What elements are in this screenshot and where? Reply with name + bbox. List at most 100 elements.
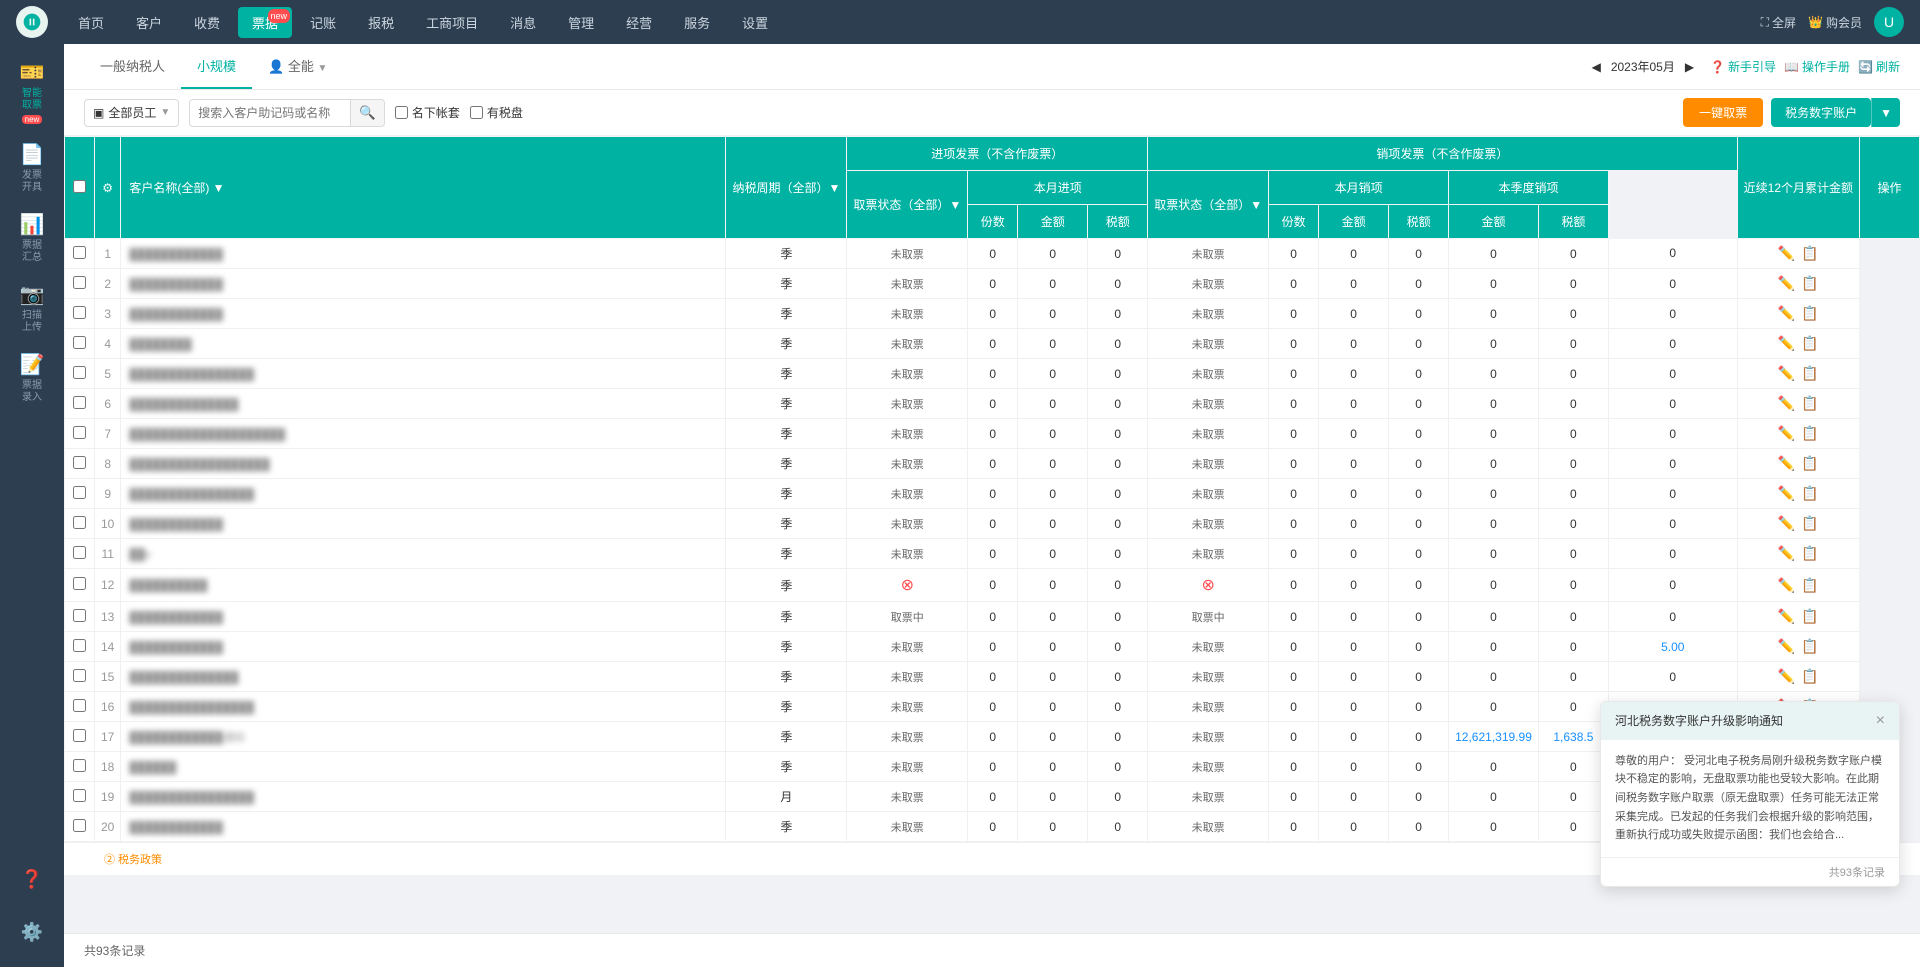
tab-general-taxpayer[interactable]: 一般纳税人 — [84, 44, 181, 89]
row-checkbox-cell[interactable] — [65, 419, 95, 449]
tax-disk-filter[interactable]: 有税盘 — [470, 104, 523, 121]
date-next-btn[interactable]: ▶ — [1685, 60, 1694, 74]
edit-icon[interactable]: ✏️ — [1778, 305, 1795, 322]
edit-icon[interactable]: ✏️ — [1778, 275, 1795, 292]
row-checkbox-cell[interactable] — [65, 569, 95, 602]
manual-link[interactable]: 📖 操作手册 — [1784, 58, 1850, 75]
row-checkbox-cell[interactable] — [65, 509, 95, 539]
row-checkbox-cell[interactable] — [65, 632, 95, 662]
nav-bookkeeping[interactable]: 记账 — [296, 7, 350, 38]
copy-icon[interactable]: 📋 — [1801, 668, 1818, 685]
in-ticket-status-header[interactable]: 取票状态（全部）▼ — [847, 171, 968, 239]
row-checkbox-cell[interactable] — [65, 812, 95, 842]
row-checkbox[interactable] — [73, 336, 86, 349]
row-checkbox[interactable] — [73, 246, 86, 259]
edit-icon[interactable]: ✏️ — [1778, 668, 1795, 685]
copy-icon[interactable]: 📋 — [1801, 425, 1818, 442]
row-checkbox-cell[interactable] — [65, 782, 95, 812]
row-checkbox[interactable] — [73, 366, 86, 379]
employee-select-wrapper[interactable]: ▣ 全部员工 ▼ — [84, 99, 179, 127]
fullscreen-btn[interactable]: ⛶ 全屏 — [1761, 14, 1796, 31]
copy-icon[interactable]: 📋 — [1801, 395, 1818, 412]
search-box[interactable]: 🔍 — [189, 99, 385, 127]
row-checkbox[interactable] — [73, 789, 86, 802]
copy-icon[interactable]: 📋 — [1801, 638, 1818, 655]
row-checkbox[interactable] — [73, 577, 86, 590]
sidebar-item-invoice-open[interactable]: 📄 发票开具 — [0, 134, 64, 202]
member-btn[interactable]: 👑 购会员 — [1808, 14, 1862, 31]
row-checkbox[interactable] — [73, 699, 86, 712]
nav-service[interactable]: 服务 — [670, 7, 724, 38]
ledger-filter[interactable]: 名下帐套 — [395, 104, 460, 121]
settings-column-header[interactable]: ⚙ — [95, 137, 121, 239]
select-all-checkbox[interactable] — [73, 180, 86, 193]
nav-business[interactable]: 工商项目 — [412, 7, 492, 38]
copy-icon[interactable]: 📋 — [1801, 577, 1818, 594]
row-checkbox-cell[interactable] — [65, 389, 95, 419]
edit-icon[interactable]: ✏️ — [1778, 485, 1795, 502]
quarterly-tax[interactable]: 1,638.5 — [1553, 730, 1593, 744]
row-checkbox[interactable] — [73, 516, 86, 529]
row-checkbox[interactable] — [73, 396, 86, 409]
nav-operation[interactable]: 经营 — [612, 7, 666, 38]
employee-select[interactable]: ▣ 全部员工 ▼ — [85, 104, 178, 121]
nav-invoice[interactable]: 票据 new — [238, 7, 292, 38]
nav-tax[interactable]: 报税 — [354, 7, 408, 38]
edit-icon[interactable]: ✏️ — [1778, 577, 1795, 594]
row-checkbox-cell[interactable] — [65, 329, 95, 359]
copy-icon[interactable]: 📋 — [1801, 275, 1818, 292]
search-button[interactable]: 🔍 — [350, 100, 384, 126]
edit-icon[interactable]: ✏️ — [1778, 335, 1795, 352]
edit-icon[interactable]: ✏️ — [1778, 425, 1795, 442]
edit-icon[interactable]: ✏️ — [1778, 638, 1795, 655]
edit-icon[interactable]: ✏️ — [1778, 365, 1795, 382]
row-checkbox-cell[interactable] — [65, 299, 95, 329]
edit-icon[interactable]: ✏️ — [1778, 608, 1795, 625]
row-checkbox[interactable] — [73, 426, 86, 439]
edit-icon[interactable]: ✏️ — [1778, 515, 1795, 532]
tax-digital-button[interactable]: 税务数字账户 — [1771, 98, 1871, 127]
date-prev-btn[interactable]: ◀ — [1592, 60, 1601, 74]
tax-disk-checkbox[interactable] — [470, 106, 483, 119]
search-input[interactable] — [190, 106, 350, 120]
tax-cycle-header[interactable]: 纳税周期（全部）▼ — [726, 137, 847, 239]
row-checkbox-cell[interactable] — [65, 359, 95, 389]
acc-amount[interactable]: 5.00 — [1661, 640, 1684, 654]
edit-icon[interactable]: ✏️ — [1778, 395, 1795, 412]
edit-icon[interactable]: ✏️ — [1778, 245, 1795, 262]
sidebar-item-record[interactable]: 📝 票据录入 — [0, 344, 64, 412]
ledger-checkbox[interactable] — [395, 106, 408, 119]
nav-message[interactable]: 消息 — [496, 7, 550, 38]
row-checkbox[interactable] — [73, 486, 86, 499]
row-checkbox[interactable] — [73, 546, 86, 559]
row-checkbox[interactable] — [73, 609, 86, 622]
refresh-link[interactable]: 🔄 刷新 — [1858, 58, 1900, 75]
row-checkbox[interactable] — [73, 729, 86, 742]
quarterly-amount[interactable]: 12,621,319.99 — [1455, 730, 1532, 744]
row-checkbox[interactable] — [73, 819, 86, 832]
row-checkbox[interactable] — [73, 276, 86, 289]
sidebar-item-scan[interactable]: 📷 扫描上传 — [0, 274, 64, 342]
sidebar-item-smart-ticket[interactable]: 🎫 智能取票 new — [0, 52, 64, 132]
row-checkbox[interactable] — [73, 456, 86, 469]
row-checkbox-cell[interactable] — [65, 722, 95, 752]
copy-icon[interactable]: 📋 — [1801, 608, 1818, 625]
row-checkbox-cell[interactable] — [65, 239, 95, 269]
copy-icon[interactable]: 📋 — [1801, 455, 1818, 472]
copy-icon[interactable]: 📋 — [1801, 245, 1818, 262]
row-checkbox-cell[interactable] — [65, 269, 95, 299]
nav-settings[interactable]: 设置 — [728, 7, 782, 38]
nav-home[interactable]: 首页 — [64, 7, 118, 38]
edit-icon[interactable]: ✏️ — [1778, 545, 1795, 562]
customer-name-header[interactable]: 客户名称(全部) ▼ — [121, 137, 726, 239]
nav-customer[interactable]: 客户 — [122, 7, 176, 38]
row-checkbox-cell[interactable] — [65, 479, 95, 509]
row-checkbox-cell[interactable] — [65, 692, 95, 722]
out-ticket-status-header[interactable]: 取票状态（全部）▼ — [1148, 171, 1269, 239]
new-user-guide-link[interactable]: ❓ 新手引导 — [1710, 58, 1776, 75]
notification-close-button[interactable]: × — [1876, 712, 1885, 730]
checkbox-all-header[interactable] — [65, 137, 95, 239]
copy-icon[interactable]: 📋 — [1801, 365, 1818, 382]
copy-icon[interactable]: 📋 — [1801, 335, 1818, 352]
sidebar-bottom-help[interactable]: ❓ — [17, 861, 47, 898]
